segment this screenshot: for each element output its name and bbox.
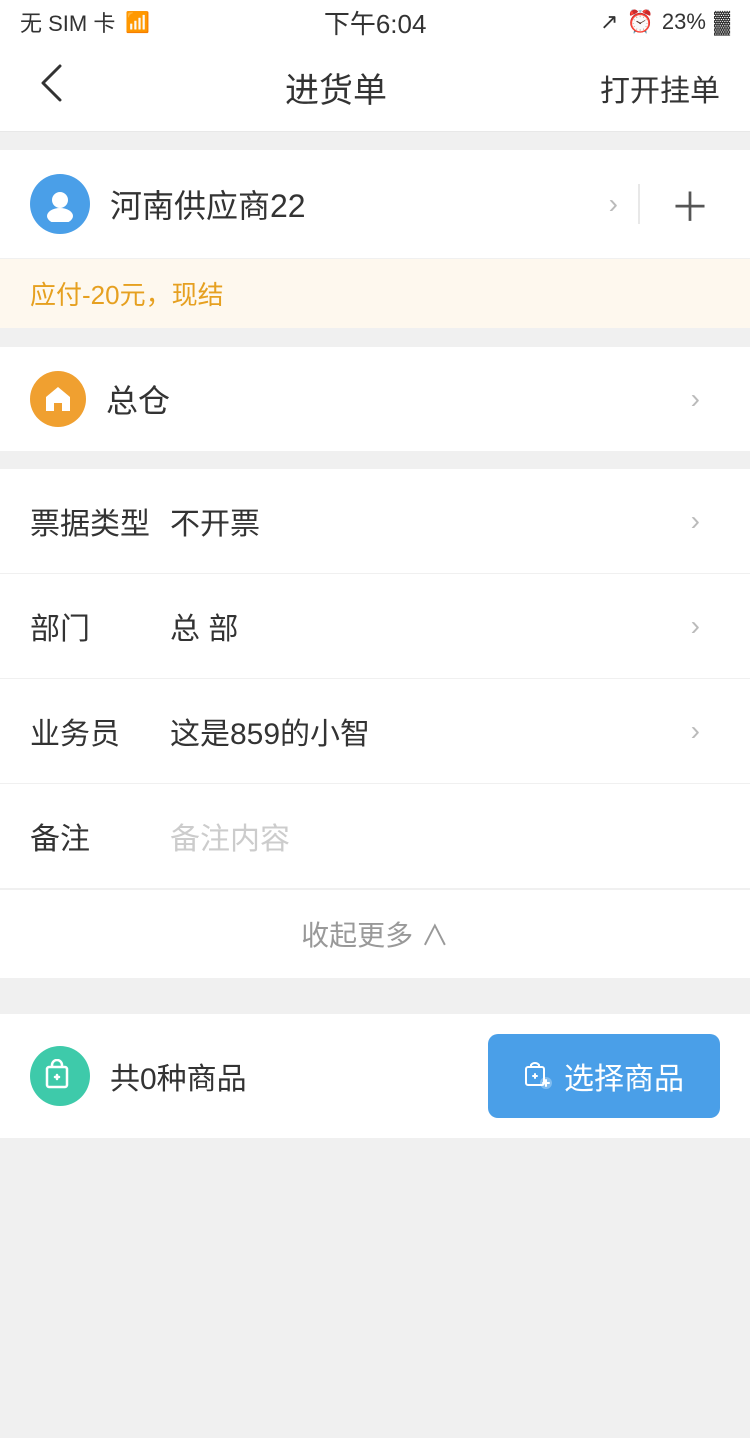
section-divider-3 [0,978,750,996]
invoice-type-label: 票据类型 [30,499,150,543]
select-product-label: 选择商品 [564,1054,684,1098]
battery-icon: ▓ [714,9,730,35]
notice-banner: 应付-20元，现结 [0,259,750,328]
department-row[interactable]: 部门 总 部 › [0,574,750,679]
warehouse-row[interactable]: 总仓 › [0,346,750,451]
department-value: 总 部 [170,604,691,648]
section-divider-1 [0,132,750,150]
notes-label: 备注 [30,814,150,858]
notes-row[interactable]: 备注 备注内容 [0,784,750,889]
supplier-row[interactable]: 河南供应商22 › ＋ [0,150,750,259]
notice-text: 应付-20元，现结 [30,280,224,310]
carrier-text: 无 SIM 卡 [20,6,115,38]
blank-area [0,1138,750,1438]
invoice-type-value: 不开票 [170,499,691,543]
supplier-avatar [30,174,90,234]
select-product-icon [524,1061,554,1091]
collapse-toggle[interactable]: 收起更多 ∧ [0,889,750,978]
supplier-section: 河南供应商22 › ＋ 应付-20元，现结 [0,150,750,328]
open-pending-button[interactable]: 打开挂单 [600,66,720,110]
alarm-icon: ⏰ [626,9,653,35]
product-icon [30,1046,90,1106]
invoice-type-row[interactable]: 票据类型 不开票 › [0,469,750,574]
status-right: ↗ ⏰ 23% ▓ [600,9,730,35]
invoice-type-chevron-icon: › [691,505,700,537]
page-title: 进货单 [285,63,387,112]
warehouse-name: 总仓 [106,376,691,422]
back-button[interactable] [30,54,72,121]
wifi-icon: 📶 [125,10,150,35]
battery-text: 23% [662,9,706,35]
select-product-button[interactable]: 选择商品 [488,1034,720,1118]
salesperson-label: 业务员 [30,709,150,753]
location-icon: ↗ [600,9,618,35]
salesperson-value: 这是859的小智 [170,709,691,753]
add-supplier-button[interactable]: ＋ [660,175,720,233]
supplier-chevron-icon: › [609,188,618,220]
salesperson-chevron-icon: › [691,715,700,747]
department-label: 部门 [30,604,150,648]
form-section: 票据类型 不开票 › 部门 总 部 › 业务员 这是859的小智 › 备注 备注… [0,469,750,978]
status-time: 下午6:04 [324,4,427,41]
bottom-bar: 共0种商品 选择商品 [0,1014,750,1138]
salesperson-row[interactable]: 业务员 这是859的小智 › [0,679,750,784]
supplier-divider [638,184,640,224]
section-divider-2 [0,328,750,346]
supplier-name: 河南供应商22 [110,181,609,227]
status-bar: 无 SIM 卡 📶 下午6:04 ↗ ⏰ 23% ▓ [0,0,750,44]
product-count: 共0种商品 [110,1054,488,1098]
notes-input[interactable]: 备注内容 [170,814,720,858]
status-carrier: 无 SIM 卡 📶 [20,6,150,38]
warehouse-icon [30,371,86,427]
warehouse-chevron-icon: › [691,383,700,415]
department-chevron-icon: › [691,610,700,642]
nav-bar: 进货单 打开挂单 [0,44,750,132]
warehouse-section: 总仓 › [0,346,750,451]
